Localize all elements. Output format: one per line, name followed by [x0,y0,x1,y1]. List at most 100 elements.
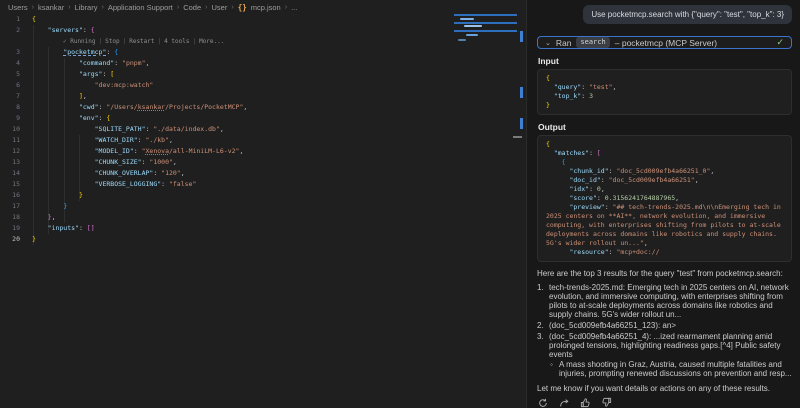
codelens-row: ✓ Running|Stop|Restart|4 tools|More... [0,36,526,47]
breadcrumb-item[interactable]: ksankar [38,3,64,12]
code-line-text: "SQLITE_PATH": "./data/index.db", [32,124,224,135]
codelens-action[interactable]: ✓ Running [63,38,96,45]
chat-panel: Use pocketmcp.search with {"query": "tes… [527,0,800,408]
overview-ruler-mark [520,31,523,42]
code-token: , [695,176,699,184]
code-token: "120" [161,169,181,177]
breadcrumb-item[interactable]: Users [8,3,28,12]
code-token [546,158,562,166]
chevron-down-icon[interactable]: ⌄ [545,39,551,47]
codelens-action[interactable]: More... [199,38,224,45]
codelens-separator: | [99,38,103,45]
editor-code-row[interactable]: 3 "pocketmcp": { [0,47,526,58]
thumbs-down-button[interactable] [600,397,612,408]
breadcrumb: Users›ksankar›Library›Application Suppor… [0,0,526,14]
results-list: 1.tech-trends-2025.md: Emerging tech in … [537,281,792,378]
regenerate-button[interactable] [537,397,549,408]
tool-call-header[interactable]: ⌄ Ran search – pocketmcp (MCP Server) ✓ [537,36,792,49]
codelens-action[interactable]: Stop [105,38,119,45]
code-token [546,176,569,184]
editor-code-row[interactable]: 1{ [0,14,526,25]
editor-code-row[interactable]: 2 "servers": { [0,25,526,36]
line-number: 12 [0,146,32,157]
codelens-separator: | [192,38,196,45]
editor-code-row[interactable]: 17 } [0,201,526,212]
code-token [546,185,569,193]
breadcrumb-item[interactable]: Code [183,3,201,12]
code-line-text: "WATCH_DIR": "./kb", [32,135,173,146]
code-token: , [181,169,185,177]
redo-button[interactable] [558,397,570,408]
line-number: 2 [0,25,32,36]
code-line: { [546,158,783,167]
code-token: { [106,114,110,122]
code-token: [ [110,70,114,78]
breadcrumb-item[interactable]: Application Support [108,3,173,12]
code-token: , [644,239,648,247]
code-token: "chunk_id" [569,167,608,175]
scrollbar-handle[interactable] [513,136,522,138]
code-token: : [153,169,161,177]
breadcrumb-item[interactable]: Library [75,3,98,12]
code-token: : [581,83,589,91]
code-line: "query": "test", [546,83,783,92]
thumbs-down-icon [601,397,612,408]
code-token: [ [597,149,601,157]
breadcrumb-item-file[interactable]: mcp.json [251,3,281,12]
editor-code-row[interactable]: 18 }, [0,212,526,223]
code-line-text: "env": { [32,113,110,124]
code-token: : [601,176,609,184]
code-token: : [589,185,597,193]
editor-code-row[interactable]: 7 ], [0,91,526,102]
code-line-text: "inputs": [] [32,223,95,234]
line-number: 10 [0,124,32,135]
code-token: , [239,147,243,155]
breadcrumb-separator: › [177,4,179,11]
code-token: , [52,213,56,221]
editor-code-row[interactable]: 5 "args": [ [0,69,526,80]
thumbs-up-button[interactable] [579,397,591,408]
editor-code-row[interactable]: 9 "env": { [0,113,526,124]
code-token: , [613,83,617,91]
editor-code-row[interactable]: 6 "dev:mcp:watch" [0,80,526,91]
assistant-outro-text: Let me know if you want details or actio… [537,384,792,393]
editor-code-row[interactable]: 10 "SQLITE_PATH": "./data/index.db", [0,124,526,135]
editor-code-row[interactable]: 19 "inputs": [] [0,223,526,234]
editor-code-row[interactable]: 8 "cwd": "/Users/ksankar/Projects/Pocket… [0,102,526,113]
redo-arrow-icon [559,398,569,408]
code-token: : [597,194,605,202]
result-item: 2.(doc_5cd009efb4a66251_123): an> [537,321,792,330]
line-number: 14 [0,168,32,179]
code-token: , [710,167,714,175]
code-token: [] [87,224,95,232]
code-token [32,191,79,199]
code-token: { [546,140,550,148]
codelens-separator: | [123,38,127,45]
codelens-separator: | [158,38,162,45]
code-line-text: ], [32,91,87,102]
code-token: "dev:mcp:watch" [95,81,154,89]
editor-code-row[interactable]: 4 "command": "pnpm", [0,58,526,69]
code-token: : [581,92,589,100]
codelens-action[interactable]: Restart [129,38,154,45]
minimap-code [458,39,466,41]
code-editor[interactable]: 1{2 "servers": {✓ Running|Stop|Restart|4… [0,14,526,245]
line-number: 13 [0,157,32,168]
code-token: "query" [554,83,581,91]
minimap-highlight [454,30,517,32]
line-number: 20 [0,234,32,245]
editor-code-row[interactable]: 20} [0,234,526,245]
breadcrumb-item[interactable]: User [212,3,228,12]
code-token: : [605,203,613,211]
line-number: 1 [0,14,32,25]
codelens-action[interactable]: 4 tools [164,38,189,45]
line-number: 9 [0,113,32,124]
line-number: 18 [0,212,32,223]
code-token: , [220,125,224,133]
code-token [32,103,79,111]
minimap[interactable] [454,11,517,43]
tool-name-chip: search [576,37,609,48]
code-line: } [546,101,783,110]
code-token: , [675,194,679,202]
code-line-text: "servers": { [32,25,95,36]
